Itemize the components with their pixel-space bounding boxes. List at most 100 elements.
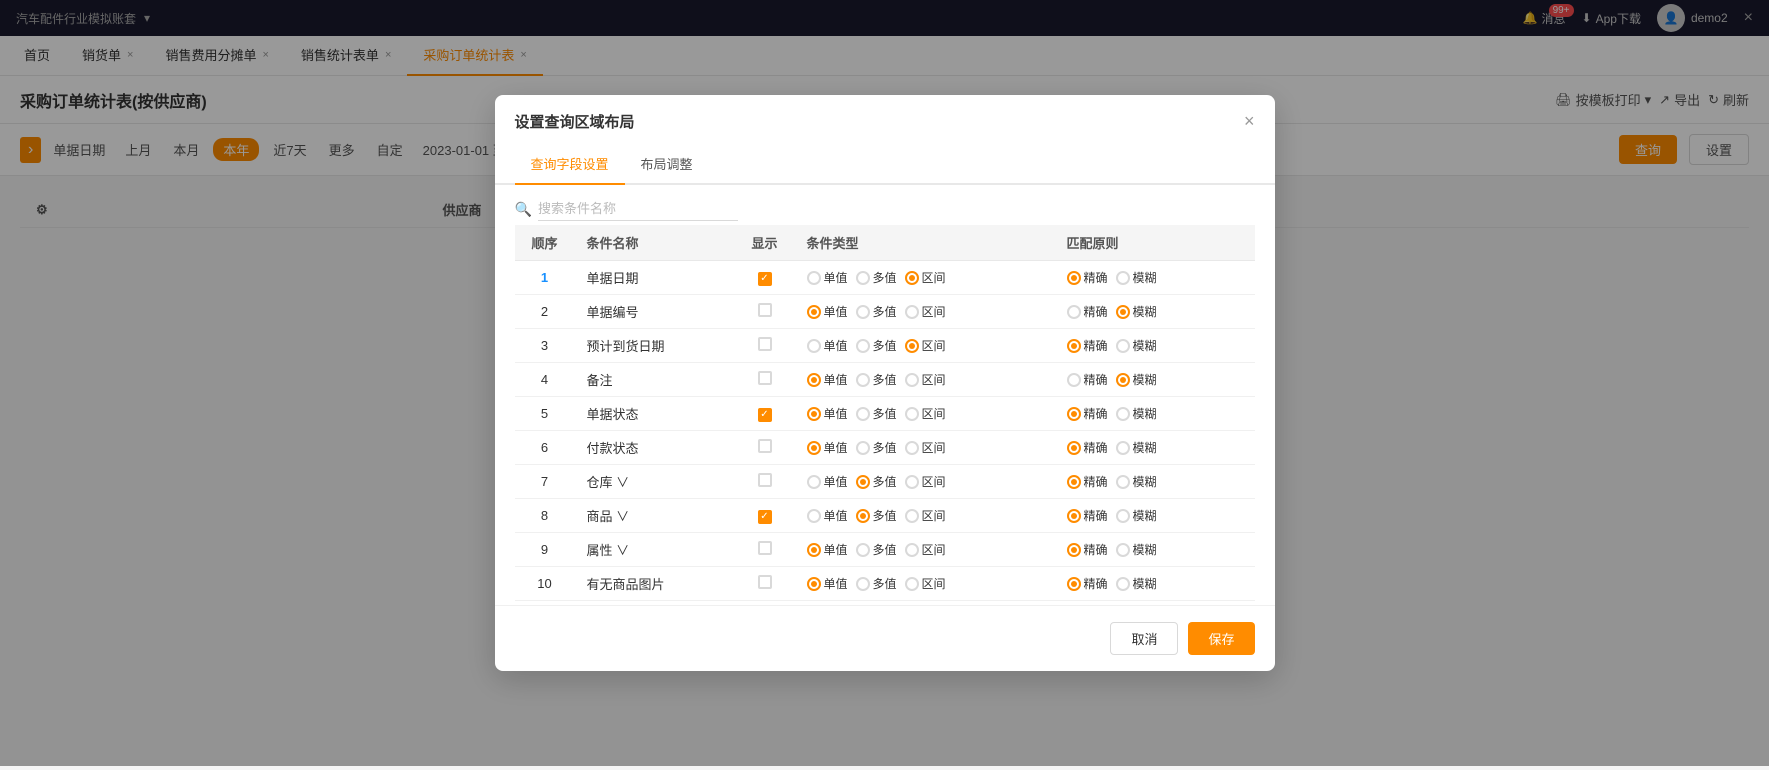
radio-type-8-多值[interactable]: 多值 (856, 507, 897, 524)
row-display-2[interactable] (735, 295, 795, 329)
search-input[interactable] (538, 197, 738, 221)
th-order: 顺序 (515, 225, 575, 261)
row-name-3: 预计到货日期 (575, 329, 735, 363)
dialog-overlay: 设置查询区域布局 × 查询字段设置 布局调整 🔍 顺序 条件名称 (0, 0, 1769, 766)
radio-type-6-单值[interactable]: 单值 (807, 439, 848, 456)
row-display-6[interactable] (735, 431, 795, 465)
radio-type-6-多值[interactable]: 多值 (856, 439, 897, 456)
row-match-5: 精确模糊 (1055, 397, 1255, 431)
radio-match-2-精确[interactable]: 精确 (1067, 303, 1108, 320)
radio-type-7-区间[interactable]: 区间 (905, 473, 946, 490)
dialog-close-button[interactable]: × (1244, 111, 1255, 132)
radio-type-5-区间[interactable]: 区间 (905, 405, 946, 422)
radio-type-9-区间[interactable]: 区间 (905, 541, 946, 558)
save-button[interactable]: 保存 (1188, 622, 1254, 655)
radio-type-2-单值[interactable]: 单值 (807, 303, 848, 320)
row-type-1: 单值多值区间 (795, 261, 1055, 295)
radio-type-4-多值[interactable]: 多值 (856, 371, 897, 388)
radio-type-1-单值[interactable]: 单值 (807, 269, 848, 286)
row-match-6: 精确模糊 (1055, 431, 1255, 465)
settings-dialog: 设置查询区域布局 × 查询字段设置 布局调整 🔍 顺序 条件名称 (495, 95, 1275, 671)
checkbox-display-10[interactable] (758, 575, 772, 589)
row-type-5: 单值多值区间 (795, 397, 1055, 431)
radio-match-7-模糊[interactable]: 模糊 (1116, 473, 1157, 490)
radio-match-3-精确[interactable]: 精确 (1067, 337, 1108, 354)
radio-type-1-多值[interactable]: 多值 (856, 269, 897, 286)
row-type-2: 单值多值区间 (795, 295, 1055, 329)
radio-match-3-模糊[interactable]: 模糊 (1116, 337, 1157, 354)
radio-match-1-模糊[interactable]: 模糊 (1116, 269, 1157, 286)
radio-match-5-模糊[interactable]: 模糊 (1116, 405, 1157, 422)
radio-match-2-模糊[interactable]: 模糊 (1116, 303, 1157, 320)
radio-type-5-单值[interactable]: 单值 (807, 405, 848, 422)
radio-type-2-区间[interactable]: 区间 (905, 303, 946, 320)
row-display-3[interactable] (735, 329, 795, 363)
th-match: 匹配原则 (1055, 225, 1255, 261)
row-name-6: 付款状态 (575, 431, 735, 465)
row-order-5: 5 (515, 397, 575, 431)
row-order-2: 2 (515, 295, 575, 329)
checkbox-display-4[interactable] (758, 371, 772, 385)
radio-match-4-模糊[interactable]: 模糊 (1116, 371, 1157, 388)
radio-type-9-单值[interactable]: 单值 (807, 541, 848, 558)
radio-match-9-精确[interactable]: 精确 (1067, 541, 1108, 558)
row-display-9[interactable] (735, 533, 795, 567)
radio-match-6-精确[interactable]: 精确 (1067, 439, 1108, 456)
radio-type-10-单值[interactable]: 单值 (807, 575, 848, 592)
checkbox-display-6[interactable] (758, 439, 772, 453)
row-display-10[interactable] (735, 567, 795, 601)
row-display-8[interactable] (735, 499, 795, 533)
checkbox-display-5[interactable] (758, 408, 772, 422)
checkbox-display-1[interactable] (758, 272, 772, 286)
row-order-4: 4 (515, 363, 575, 397)
radio-match-10-模糊[interactable]: 模糊 (1116, 575, 1157, 592)
radio-match-8-精确[interactable]: 精确 (1067, 507, 1108, 524)
radio-type-3-区间[interactable]: 区间 (905, 337, 946, 354)
radio-type-2-多值[interactable]: 多值 (856, 303, 897, 320)
radio-match-7-精确[interactable]: 精确 (1067, 473, 1108, 490)
row-name-7: 仓库 ∨ (575, 465, 735, 499)
row-match-9: 精确模糊 (1055, 533, 1255, 567)
radio-match-10-精确[interactable]: 精确 (1067, 575, 1108, 592)
radio-type-4-区间[interactable]: 区间 (905, 371, 946, 388)
row-match-1: 精确模糊 (1055, 261, 1255, 295)
dialog-search-area: 🔍 (495, 185, 1275, 225)
row-display-1[interactable] (735, 261, 795, 295)
radio-match-5-精确[interactable]: 精确 (1067, 405, 1108, 422)
radio-type-6-区间[interactable]: 区间 (905, 439, 946, 456)
checkbox-display-8[interactable] (758, 510, 772, 524)
cancel-button[interactable]: 取消 (1110, 622, 1178, 655)
radio-type-8-区间[interactable]: 区间 (905, 507, 946, 524)
radio-type-3-单值[interactable]: 单值 (807, 337, 848, 354)
row-name-4: 备注 (575, 363, 735, 397)
radio-type-3-多值[interactable]: 多值 (856, 337, 897, 354)
radio-type-5-多值[interactable]: 多值 (856, 405, 897, 422)
checkbox-display-2[interactable] (758, 303, 772, 317)
row-type-6: 单值多值区间 (795, 431, 1055, 465)
radio-type-7-多值[interactable]: 多值 (856, 473, 897, 490)
radio-type-10-多值[interactable]: 多值 (856, 575, 897, 592)
row-order-3: 3 (515, 329, 575, 363)
radio-type-4-单值[interactable]: 单值 (807, 371, 848, 388)
dialog-tab-layout-adjust[interactable]: 布局调整 (625, 148, 709, 185)
dialog-tab-query-fields[interactable]: 查询字段设置 (515, 148, 625, 185)
row-type-8: 单值多值区间 (795, 499, 1055, 533)
radio-match-4-精确[interactable]: 精确 (1067, 371, 1108, 388)
radio-type-9-多值[interactable]: 多值 (856, 541, 897, 558)
radio-type-8-单值[interactable]: 单值 (807, 507, 848, 524)
th-name: 条件名称 (575, 225, 735, 261)
checkbox-display-7[interactable] (758, 473, 772, 487)
radio-match-9-模糊[interactable]: 模糊 (1116, 541, 1157, 558)
checkbox-display-3[interactable] (758, 337, 772, 351)
radio-type-10-区间[interactable]: 区间 (905, 575, 946, 592)
radio-type-1-区间[interactable]: 区间 (905, 269, 946, 286)
radio-match-8-模糊[interactable]: 模糊 (1116, 507, 1157, 524)
row-display-5[interactable] (735, 397, 795, 431)
row-display-4[interactable] (735, 363, 795, 397)
dialog-footer: 取消 保存 (495, 605, 1275, 671)
radio-match-1-精确[interactable]: 精确 (1067, 269, 1108, 286)
radio-match-6-模糊[interactable]: 模糊 (1116, 439, 1157, 456)
radio-type-7-单值[interactable]: 单值 (807, 473, 848, 490)
checkbox-display-9[interactable] (758, 541, 772, 555)
row-display-7[interactable] (735, 465, 795, 499)
